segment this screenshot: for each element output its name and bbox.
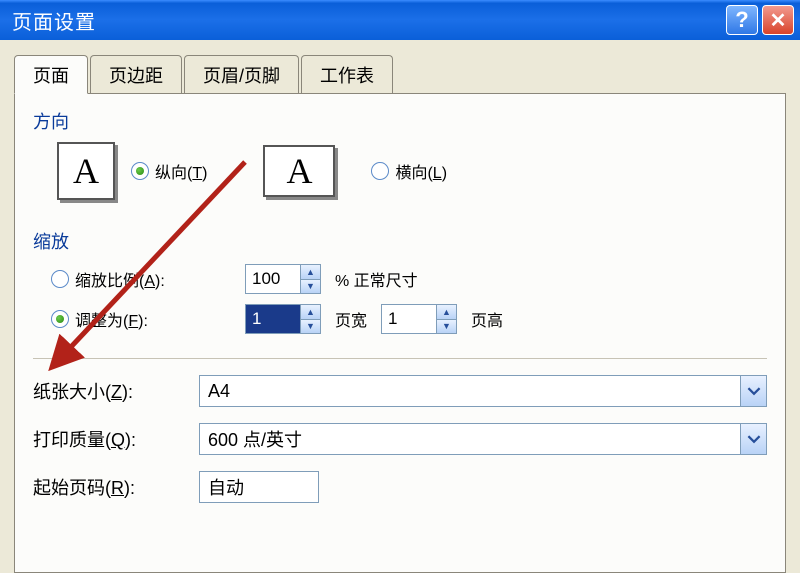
- fit-to-radio[interactable]: 调整为(F):: [51, 307, 231, 331]
- paper-size-label: 纸张大小(Z):: [33, 378, 185, 404]
- normal-size-suffix: % 正常尺寸: [335, 267, 418, 291]
- tab-sheet[interactable]: 工作表: [301, 55, 393, 94]
- paper-size-row: 纸张大小(Z): A4: [33, 375, 767, 407]
- tab-strip: 页面 页边距 页眉/页脚 工作表: [14, 54, 786, 93]
- print-quality-row: 打印质量(Q): 600 点/英寸: [33, 423, 767, 455]
- first-page-row: 起始页码(R): 自动: [33, 471, 767, 503]
- spinner-buttons[interactable]: ▲▼: [300, 305, 320, 333]
- portrait-radio-label: 纵向(T): [155, 159, 207, 183]
- landscape-radio[interactable]: 横向(L): [371, 159, 447, 183]
- pages-wide-spinner[interactable]: ▲▼: [245, 304, 321, 334]
- chevron-down-icon[interactable]: [740, 376, 766, 406]
- pages-tall-spinner[interactable]: ▲▼: [381, 304, 457, 334]
- portrait-radio[interactable]: 纵向(T): [131, 159, 207, 183]
- spinner-buttons[interactable]: ▲▼: [436, 305, 456, 333]
- print-quality-combo[interactable]: 600 点/英寸: [199, 423, 767, 455]
- tab-page[interactable]: 页面: [14, 55, 88, 94]
- print-quality-value: 600 点/英寸: [208, 426, 740, 452]
- landscape-preview-icon: A: [263, 145, 335, 197]
- title-bar: 页面设置 ? ✕: [0, 0, 800, 40]
- radio-icon: [51, 270, 69, 288]
- spinner-buttons[interactable]: ▲▼: [300, 265, 320, 293]
- portrait-preview-icon: A: [57, 142, 115, 200]
- adjust-to-input[interactable]: [246, 265, 300, 293]
- tab-panel-page: 方向 A 纵向(T) A 横向(L) 缩放 缩放比: [14, 93, 786, 573]
- chevron-down-icon[interactable]: [740, 424, 766, 454]
- paper-size-value: A4: [208, 381, 740, 402]
- dialog-client: 页面 页边距 页眉/页脚 工作表 方向 A 纵向(T) A 横向(L) 缩放: [0, 40, 800, 573]
- pages-wide-input[interactable]: [246, 305, 300, 333]
- separator: [33, 358, 767, 359]
- adjust-to-spinner[interactable]: ▲▼: [245, 264, 321, 294]
- print-quality-label: 打印质量(Q):: [33, 426, 185, 452]
- adjust-to-radio[interactable]: 缩放比例(A):: [51, 267, 231, 291]
- scale-adjust-row: 缩放比例(A): ▲▼ % 正常尺寸: [33, 264, 767, 294]
- radio-icon: [371, 162, 389, 180]
- scale-group-label: 缩放: [33, 228, 767, 254]
- paper-size-combo[interactable]: A4: [199, 375, 767, 407]
- pages-tall-input[interactable]: [382, 305, 436, 333]
- first-page-label: 起始页码(R):: [33, 474, 185, 500]
- tab-margins[interactable]: 页边距: [90, 55, 182, 94]
- radio-icon: [131, 162, 149, 180]
- close-button[interactable]: ✕: [762, 5, 794, 35]
- fit-to-radio-label: 调整为(F):: [75, 307, 148, 331]
- orientation-group-label: 方向: [33, 108, 767, 134]
- scale-fit-row: 调整为(F): ▲▼ 页宽 ▲▼ 页高: [33, 304, 767, 334]
- pages-wide-suffix: 页宽: [335, 307, 367, 331]
- window-title: 页面设置: [12, 6, 722, 35]
- first-page-input[interactable]: 自动: [199, 471, 319, 503]
- pages-tall-suffix: 页高: [471, 307, 503, 331]
- radio-icon: [51, 310, 69, 328]
- tab-header-footer[interactable]: 页眉/页脚: [184, 55, 299, 94]
- adjust-to-radio-label: 缩放比例(A):: [75, 267, 165, 291]
- orientation-row: A 纵向(T) A 横向(L): [33, 142, 767, 200]
- help-button[interactable]: ?: [726, 5, 758, 35]
- landscape-radio-label: 横向(L): [395, 159, 447, 183]
